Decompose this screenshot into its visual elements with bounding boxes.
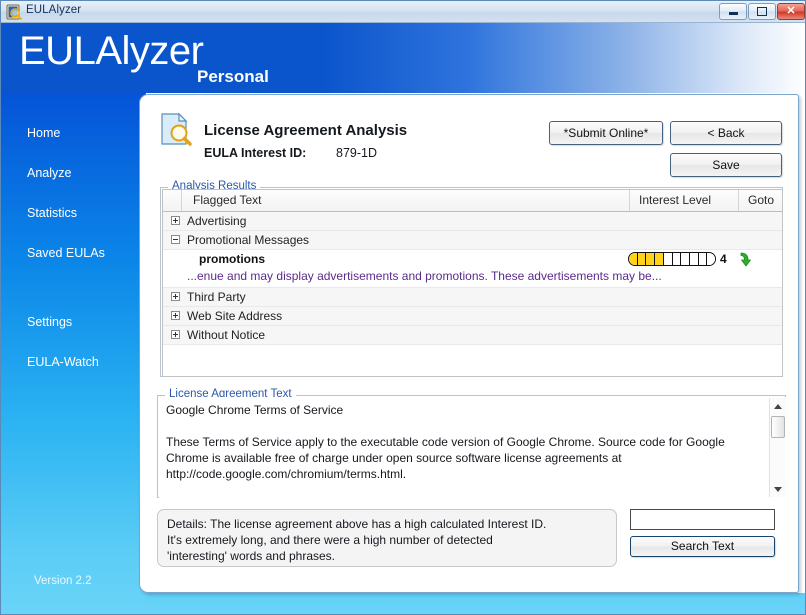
app-banner: EULAlyzer Personal — [1, 23, 806, 93]
close-button[interactable]: ✕ — [777, 3, 805, 20]
maximize-button[interactable] — [748, 3, 776, 20]
license-agreement-text-group: License Agreement Text Google Chrome Ter… — [157, 395, 786, 498]
minimize-button[interactable] — [719, 3, 747, 20]
app-icon — [6, 4, 22, 20]
license-scrollbar[interactable] — [769, 398, 785, 497]
table-row[interactable]: Promotional Messages — [163, 231, 782, 250]
category-label: Promotional Messages — [187, 233, 309, 247]
document-magnifier-icon — [158, 112, 192, 146]
table-row[interactable]: Third Party — [163, 288, 782, 307]
window-title: EULAlyzer — [26, 4, 81, 16]
gauge-segment — [629, 253, 638, 265]
column-divider — [629, 190, 630, 211]
table-row[interactable]: Without Notice — [163, 326, 782, 345]
search-input[interactable] — [630, 509, 775, 530]
sidebar-item-eula-watch[interactable]: EULA-Watch — [27, 355, 99, 369]
save-button[interactable]: Save — [670, 153, 782, 177]
category-label: Advertising — [187, 214, 246, 228]
banner-edition: Personal — [197, 67, 269, 87]
gauge-segment — [707, 253, 715, 265]
details-panel: Details: The license agreement above has… — [157, 509, 617, 567]
eula-interest-id-value: 879-1D — [336, 146, 377, 160]
minimize-icon — [720, 4, 746, 19]
column-header-goto[interactable]: Goto — [748, 193, 774, 207]
sidebar-item-statistics[interactable]: Statistics — [27, 206, 77, 220]
gauge-track — [628, 252, 716, 266]
category-label: Third Party — [187, 290, 246, 304]
sidebar-item-analyze[interactable]: Analyze — [27, 166, 71, 180]
banner-title: EULAlyzer — [19, 31, 203, 71]
column-divider — [181, 190, 182, 211]
analysis-results-group: Analysis Results Flagged Text Interest L… — [160, 187, 783, 377]
gauge-segment — [673, 253, 682, 265]
details-text: Details: The license agreement above has… — [167, 516, 607, 564]
table-row[interactable]: Advertising — [163, 212, 782, 231]
content-panel: License Agreement Analysis EULA Interest… — [139, 94, 799, 593]
gauge-segment — [664, 253, 673, 265]
application-window: EULAlyzer ✕ EULAlyzer Personal Home Anal… — [0, 0, 806, 615]
gauge-segment — [655, 253, 664, 265]
expand-icon[interactable] — [171, 216, 180, 225]
close-icon: ✕ — [778, 4, 804, 19]
table-header-row: Flagged Text Interest Level Goto — [163, 190, 782, 212]
sidebar-item-settings[interactable]: Settings — [27, 315, 72, 329]
page-title: License Agreement Analysis — [204, 122, 407, 139]
scroll-down-arrow-icon[interactable] — [770, 481, 786, 497]
back-button[interactable]: < Back — [670, 121, 782, 145]
interest-level-gauge: 4 — [628, 252, 724, 266]
license-text-area[interactable]: Google Chrome Terms of Service These Ter… — [159, 397, 786, 498]
submit-online-button[interactable]: *Submit Online* — [549, 121, 663, 145]
expand-icon[interactable] — [171, 292, 180, 301]
sidebar: Home Analyze Statistics Saved EULAs Sett… — [1, 93, 146, 615]
collapse-icon[interactable] — [171, 235, 180, 244]
interest-level-value: 4 — [720, 252, 727, 266]
gauge-segment — [646, 253, 655, 265]
green-goto-arrow-icon[interactable] — [735, 250, 753, 268]
expand-icon[interactable] — [171, 330, 180, 339]
flagged-term-row[interactable]: promotions — [163, 250, 782, 268]
bottom-accent-strip — [146, 593, 806, 615]
flagged-text-table: Flagged Text Interest Level Goto Adverti… — [162, 189, 783, 377]
scrollbar-thumb[interactable] — [771, 416, 785, 438]
category-label: Without Notice — [187, 328, 265, 342]
column-header-flagged-text[interactable]: Flagged Text — [193, 193, 262, 207]
gauge-segment — [681, 253, 690, 265]
gauge-segment — [690, 253, 699, 265]
flagged-term-label: promotions — [199, 252, 265, 266]
scroll-up-arrow-icon[interactable] — [770, 398, 786, 414]
expand-icon[interactable] — [171, 311, 180, 320]
column-header-interest-level[interactable]: Interest Level — [639, 193, 711, 207]
column-divider — [738, 190, 739, 211]
gauge-segment — [638, 253, 647, 265]
search-text-button[interactable]: Search Text — [630, 536, 775, 557]
table-row[interactable]: Web Site Address — [163, 307, 782, 326]
category-label: Web Site Address — [187, 309, 282, 323]
maximize-icon — [749, 4, 775, 19]
eula-interest-id-label: EULA Interest ID: — [204, 146, 306, 160]
flagged-snippet-row[interactable]: ...enue and may display advertisements a… — [163, 268, 782, 288]
flagged-snippet-text: ...enue and may display advertisements a… — [187, 269, 662, 283]
sidebar-item-home[interactable]: Home — [27, 126, 60, 140]
sidebar-item-saved-eulas[interactable]: Saved EULAs — [27, 246, 105, 260]
gauge-segment — [699, 253, 708, 265]
title-bar: EULAlyzer ✕ — [1, 1, 806, 23]
license-text-content: Google Chrome Terms of Service These Ter… — [166, 402, 758, 482]
version-label: Version 2.2 — [34, 575, 92, 587]
